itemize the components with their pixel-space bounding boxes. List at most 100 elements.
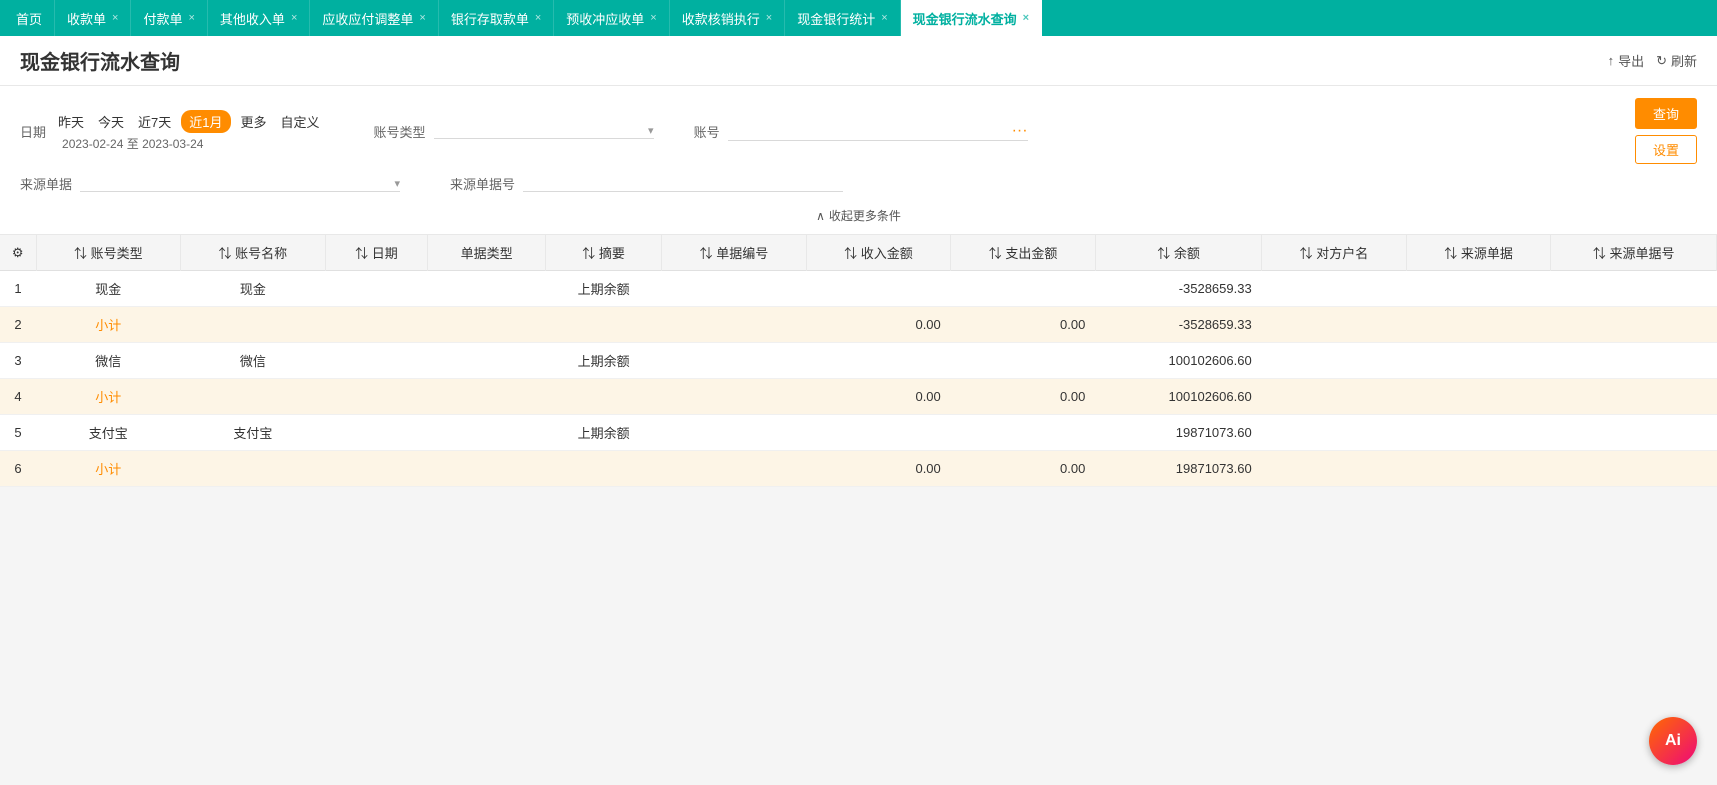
collapse-label: 收起更多条件 [829, 207, 901, 224]
close-icon[interactable]: × [766, 12, 772, 24]
column-counterpart[interactable]: ⇅ 对方户名 [1262, 235, 1407, 271]
cell-account-name: 现金 [181, 271, 326, 307]
export-button[interactable]: ↑ 导出 [1608, 51, 1645, 70]
cell-income: 0.00 [806, 307, 951, 343]
nav-tab-prepay-offset[interactable]: 预收冲应收单 × [554, 0, 669, 36]
nav-tab-writeoff[interactable]: 收款核销执行 × [670, 0, 785, 36]
cell-income: 0.00 [806, 379, 951, 415]
close-icon[interactable]: × [535, 12, 541, 24]
shortcut-1month[interactable]: 近1月 [181, 110, 230, 133]
column-income[interactable]: ⇅ 收入金额 [806, 235, 951, 271]
cell-source-doc [1406, 271, 1551, 307]
cell-counterpart [1262, 343, 1407, 379]
account-no-field: ··· [728, 122, 1028, 141]
cell-income [806, 415, 951, 451]
collapse-up-icon: ∧ [816, 209, 825, 223]
source-doc-input[interactable] [80, 176, 394, 191]
cell-expense [951, 271, 1096, 307]
column-date[interactable]: ⇅ 日期 [325, 235, 428, 271]
nav-tab-cash-flow[interactable]: 现金银行流水查询 × [901, 0, 1042, 36]
cell-account-type: 小计 [36, 379, 181, 415]
nav-tab-payment[interactable]: 付款单 × [131, 0, 207, 36]
table-row: 5支付宝支付宝上期余额19871073.60 [0, 415, 1717, 451]
data-table-container: ⚙ ⇅ 账号类型 ⇅ 账号名称 ⇅ 日期 单据类型 ⇅ 摘要 [0, 235, 1717, 487]
close-icon[interactable]: × [112, 12, 118, 24]
column-summary[interactable]: ⇅ 摘要 [546, 235, 662, 271]
date-shortcuts: 昨天 今天 近7天 近1月 更多 自定义 [54, 110, 324, 133]
account-type-input[interactable] [434, 123, 648, 138]
close-icon[interactable]: × [291, 12, 297, 24]
row-num: 2 [0, 307, 36, 343]
nav-tab-receipt[interactable]: 收款单 × [55, 0, 131, 36]
close-icon[interactable]: × [419, 12, 425, 24]
nav-tab-bank-deposit-label: 银行存取款单 [451, 9, 529, 28]
cell-account-name [181, 379, 326, 415]
cell-summary [546, 451, 662, 487]
cell-doc-type [428, 271, 546, 307]
source-doc-no-input[interactable] [523, 176, 843, 191]
table-row: 2小计0.000.00-3528659.33 [0, 307, 1717, 343]
close-icon[interactable]: × [1023, 12, 1029, 24]
cell-summary: 上期余额 [546, 271, 662, 307]
column-balance[interactable]: ⇅ 余额 [1095, 235, 1261, 271]
table-body: 1现金现金上期余额-3528659.332小计0.000.00-3528659.… [0, 271, 1717, 487]
sort-icon: ⇅ [844, 246, 857, 261]
cell-source-doc-no [1551, 379, 1717, 415]
cell-counterpart [1262, 307, 1407, 343]
chevron-down-icon: ▾ [394, 177, 400, 190]
nav-tab-home[interactable]: 首页 [4, 0, 55, 36]
ai-assistant-button[interactable]: Ai [1649, 717, 1697, 765]
cell-source-doc [1406, 307, 1551, 343]
row-num: 5 [0, 415, 36, 451]
cell-source-doc-no [1551, 415, 1717, 451]
cell-source-doc-no [1551, 343, 1717, 379]
cell-doc-no [662, 451, 807, 487]
shortcut-custom[interactable]: 自定义 [277, 110, 324, 133]
column-account-name[interactable]: ⇅ 账号名称 [181, 235, 326, 271]
column-account-type[interactable]: ⇅ 账号类型 [36, 235, 181, 271]
refresh-button[interactable]: ↻ 刷新 [1656, 51, 1697, 70]
cell-balance: 19871073.60 [1095, 451, 1261, 487]
date-label: 日期 [20, 122, 46, 141]
column-expense[interactable]: ⇅ 支出金额 [951, 235, 1096, 271]
account-no-input[interactable] [728, 123, 1008, 138]
refresh-label: 刷新 [1671, 51, 1697, 70]
column-doc-no[interactable]: ⇅ 单据编号 [662, 235, 807, 271]
gear-icon[interactable]: ⚙ [12, 245, 24, 260]
close-icon[interactable]: × [881, 12, 887, 24]
cell-summary: 上期余额 [546, 343, 662, 379]
nav-tab-cash-stat[interactable]: 现金银行统计 × [785, 0, 900, 36]
row-num: 4 [0, 379, 36, 415]
nav-tab-bank-deposit[interactable]: 银行存取款单 × [439, 0, 554, 36]
column-doc-type[interactable]: 单据类型 [428, 235, 546, 271]
close-icon[interactable]: × [650, 12, 656, 24]
table-header-row: ⚙ ⇅ 账号类型 ⇅ 账号名称 ⇅ 日期 单据类型 ⇅ 摘要 [0, 235, 1717, 271]
date-range-display: 2023-02-24 至 2023-03-24 [62, 135, 324, 152]
settings-button[interactable]: 设置 [1635, 135, 1697, 164]
column-source-doc[interactable]: ⇅ 来源单据 [1406, 235, 1551, 271]
cell-balance: -3528659.33 [1095, 271, 1261, 307]
nav-tab-other-income[interactable]: 其他收入单 × [208, 0, 310, 36]
shortcut-more[interactable]: 更多 [237, 110, 271, 133]
cell-doc-type [428, 451, 546, 487]
cell-doc-type [428, 379, 546, 415]
dots-button[interactable]: ··· [1012, 122, 1028, 140]
column-source-doc-no[interactable]: ⇅ 来源单据号 [1551, 235, 1717, 271]
chevron-down-icon: ▾ [648, 124, 654, 137]
close-icon[interactable]: × [188, 12, 194, 24]
collapse-filter-bar[interactable]: ∧ 收起更多条件 [20, 203, 1697, 226]
cell-balance: -3528659.33 [1095, 307, 1261, 343]
account-no-filter-group: 账号 ··· [694, 122, 1028, 141]
cell-account-type: 现金 [36, 271, 181, 307]
shortcut-7days[interactable]: 近7天 [134, 110, 175, 133]
column-gear[interactable]: ⚙ [0, 235, 36, 271]
cell-expense [951, 415, 1096, 451]
cell-doc-type [428, 343, 546, 379]
row-num: 6 [0, 451, 36, 487]
query-button[interactable]: 查询 [1635, 98, 1697, 129]
nav-tab-ar-ap-adjust[interactable]: 应收应付调整单 × [310, 0, 438, 36]
shortcut-yesterday[interactable]: 昨天 [54, 110, 88, 133]
cell-expense [951, 343, 1096, 379]
shortcut-today[interactable]: 今天 [94, 110, 128, 133]
source-doc-no-label: 来源单据号 [450, 174, 515, 193]
